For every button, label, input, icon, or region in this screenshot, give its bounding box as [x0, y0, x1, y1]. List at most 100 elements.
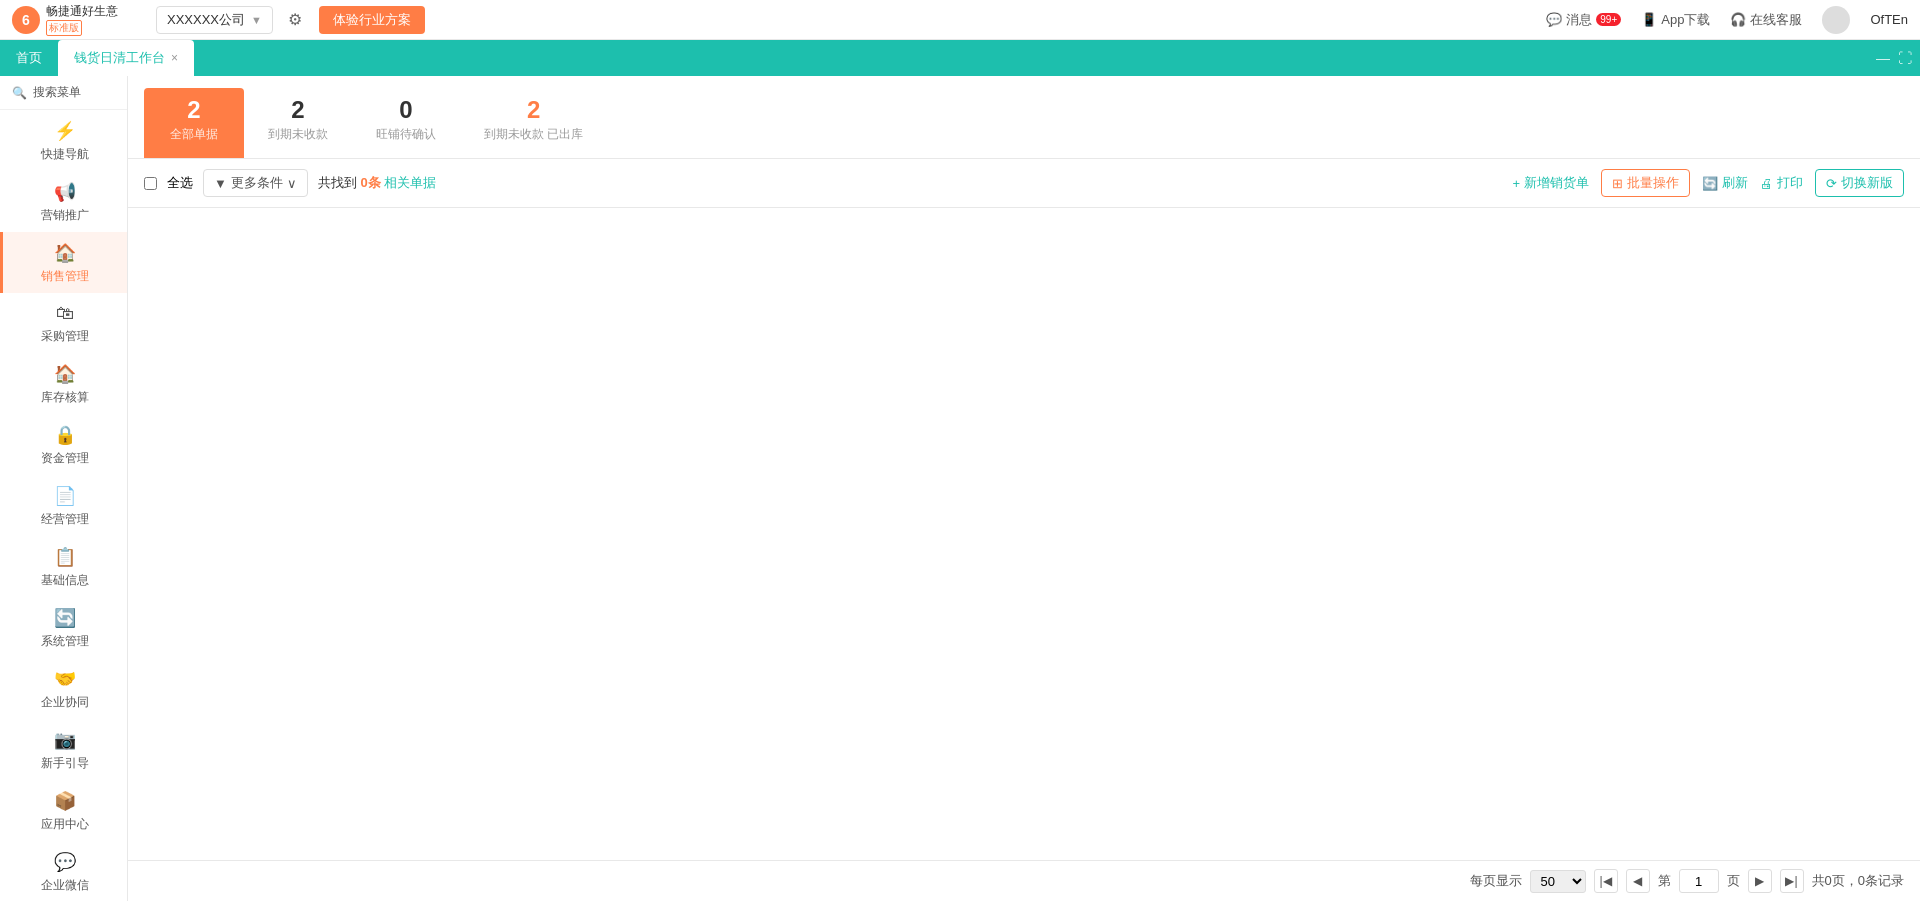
- sidebar-item-quick-nav[interactable]: ⚡ 快捷导航: [0, 110, 127, 171]
- sidebar-item-system[interactable]: 🔄 系统管理: [0, 597, 127, 658]
- status-count-pending: 0: [399, 96, 412, 124]
- sidebar-item-operations[interactable]: 📄 经营管理: [0, 475, 127, 536]
- company-name: XXXXXX公司: [167, 11, 245, 29]
- marketing-icon: 📢: [54, 181, 76, 203]
- sidebar: 🔍 搜索菜单 ⚡ 快捷导航 📢 营销推广 🏠 销售管理 🛍 采购管理 🏠 库存核…: [0, 76, 128, 901]
- system-icon: 🔄: [54, 607, 76, 629]
- per-page-label: 每页显示: [1470, 872, 1522, 890]
- app-center-icon: 📦: [54, 790, 76, 812]
- switch-icon: ⟳: [1826, 176, 1837, 191]
- app-download-icon: 📱: [1641, 12, 1657, 27]
- sidebar-item-label: 基础信息: [41, 572, 89, 589]
- trial-button[interactable]: 体验行业方案: [319, 6, 425, 34]
- wechat-icon: 💬: [54, 851, 76, 873]
- page-suffix: 页: [1727, 872, 1740, 890]
- switch-label: 切换新版: [1841, 174, 1893, 192]
- switch-button[interactable]: ⟳ 切换新版: [1815, 169, 1904, 197]
- sidebar-item-label: 营销推广: [41, 207, 89, 224]
- filter-label: 更多条件: [231, 174, 283, 192]
- new-sale-button[interactable]: + 新增销货单: [1512, 174, 1589, 192]
- top-header: 6 畅捷通好生意 标准版 XXXXXX公司 ▼ ⚙ 体验行业方案 💬 消息 99…: [0, 0, 1920, 40]
- tab-close-icon[interactable]: ×: [171, 51, 178, 65]
- next-page-button[interactable]: ▶: [1748, 869, 1772, 893]
- batch-icon: ⊞: [1612, 176, 1623, 191]
- refresh-button[interactable]: 🔄 刷新: [1702, 174, 1748, 192]
- sidebar-item-inventory[interactable]: 🏠 库存核算: [0, 353, 127, 414]
- page-input[interactable]: [1679, 869, 1719, 893]
- settings-button[interactable]: ⚙: [281, 6, 309, 34]
- batch-label: 批量操作: [1627, 174, 1679, 192]
- purchase-icon: 🛍: [56, 303, 74, 324]
- company-selector[interactable]: XXXXXX公司 ▼: [156, 6, 273, 34]
- filter-icon: ▼: [214, 176, 227, 191]
- basic-info-icon: 📋: [54, 546, 76, 568]
- message-button[interactable]: 💬 消息 99+: [1546, 11, 1621, 29]
- inventory-icon: 🏠: [54, 363, 76, 385]
- status-card-pending[interactable]: 0 旺铺待确认: [352, 88, 460, 158]
- avatar[interactable]: [1822, 6, 1850, 34]
- toolbar-right: + 新增销货单 ⊞ 批量操作 🔄 刷新 🖨 打印 ⟳ 切换新版: [1512, 169, 1904, 197]
- app-tag: 标准版: [46, 20, 82, 36]
- sidebar-item-guide[interactable]: 📷 新手引导: [0, 719, 127, 780]
- sidebar-item-label: 库存核算: [41, 389, 89, 406]
- related-link[interactable]: 相关单据: [384, 175, 436, 190]
- status-card-overdue[interactable]: 2 到期未收款: [244, 88, 352, 158]
- sidebar-item-enterprise[interactable]: 🤝 企业协同: [0, 658, 127, 719]
- print-button[interactable]: 🖨 打印: [1760, 174, 1803, 192]
- status-card-shipped[interactable]: 2 到期未收款 已出库: [460, 88, 607, 158]
- sidebar-item-label: 经营管理: [41, 511, 89, 528]
- status-count-all: 2: [187, 96, 200, 124]
- prev-page-button[interactable]: ◀: [1626, 869, 1650, 893]
- sidebar-item-basic-info[interactable]: 📋 基础信息: [0, 536, 127, 597]
- total-info: 共0页，0条记录: [1812, 872, 1904, 890]
- search-icon: 🔍: [12, 86, 27, 100]
- tab-home-label: 首页: [16, 49, 42, 67]
- sidebar-item-sales[interactable]: 🏠 销售管理: [0, 232, 127, 293]
- layout: 🔍 搜索菜单 ⚡ 快捷导航 📢 营销推广 🏠 销售管理 🛍 采购管理 🏠 库存核…: [0, 76, 1920, 901]
- toolbar: 全选 ▼ 更多条件 ∨ 共找到 0条 相关单据 + 新增销货单 ⊞ 批量操作: [128, 159, 1920, 208]
- status-cards: 2 全部单据 2 到期未收款 0 旺铺待确认 2 到期未收款 已出库: [128, 76, 1920, 159]
- first-page-button[interactable]: |◀: [1594, 869, 1618, 893]
- filter-button[interactable]: ▼ 更多条件 ∨: [203, 169, 308, 197]
- print-icon: 🖨: [1760, 176, 1773, 191]
- batch-button[interactable]: ⊞ 批量操作: [1601, 169, 1690, 197]
- print-label: 打印: [1777, 174, 1803, 192]
- status-label-pending: 旺铺待确认: [376, 126, 436, 143]
- status-card-all[interactable]: 2 全部单据: [144, 88, 244, 158]
- sidebar-item-purchase[interactable]: 🛍 采购管理: [0, 293, 127, 353]
- sales-icon: 🏠: [54, 242, 76, 264]
- select-all-checkbox[interactable]: [144, 177, 157, 190]
- settings-icon: ⚙: [288, 10, 302, 29]
- search-label: 搜索菜单: [33, 84, 81, 101]
- sidebar-item-finance[interactable]: 🔒 资金管理: [0, 414, 127, 475]
- sidebar-item-label: 快捷导航: [41, 146, 89, 163]
- tab-maximize-icon[interactable]: ⛶: [1898, 50, 1912, 66]
- online-service-label: 在线客服: [1750, 11, 1802, 29]
- sidebar-item-app-center[interactable]: 📦 应用中心: [0, 780, 127, 841]
- table-area: [128, 208, 1920, 860]
- nav-tabs-right: — ⛶: [1876, 50, 1920, 66]
- per-page-select[interactable]: 50 100 200: [1530, 870, 1586, 893]
- app-download-label: App下载: [1661, 11, 1710, 29]
- tab-home[interactable]: 首页: [0, 40, 58, 76]
- sidebar-item-wechat[interactable]: 💬 企业微信: [0, 841, 127, 901]
- status-label-all: 全部单据: [170, 126, 218, 143]
- sidebar-item-marketing[interactable]: 📢 营销推广: [0, 171, 127, 232]
- tab-workbench[interactable]: 钱货日清工作台 ×: [58, 40, 194, 76]
- tab-minimize-icon[interactable]: —: [1876, 50, 1890, 66]
- message-label: 消息: [1566, 11, 1592, 29]
- status-count-overdue: 2: [291, 96, 304, 124]
- online-service-icon: 🎧: [1730, 12, 1746, 27]
- app-download-button[interactable]: 📱 App下载: [1641, 11, 1710, 29]
- online-service-button[interactable]: 🎧 在线客服: [1730, 11, 1802, 29]
- sidebar-search[interactable]: 🔍 搜索菜单: [0, 76, 127, 110]
- main-content: 2 全部单据 2 到期未收款 0 旺铺待确认 2 到期未收款 已出库 全选: [128, 76, 1920, 901]
- last-page-button[interactable]: ▶|: [1780, 869, 1804, 893]
- tab-workbench-label: 钱货日清工作台: [74, 49, 165, 67]
- status-label-shipped: 到期未收款 已出库: [484, 126, 583, 143]
- logo-icon: 6: [12, 6, 40, 34]
- sidebar-item-label: 应用中心: [41, 816, 89, 833]
- refresh-icon: 🔄: [1702, 176, 1718, 191]
- refresh-label: 刷新: [1722, 174, 1748, 192]
- sidebar-item-label: 采购管理: [41, 328, 89, 345]
